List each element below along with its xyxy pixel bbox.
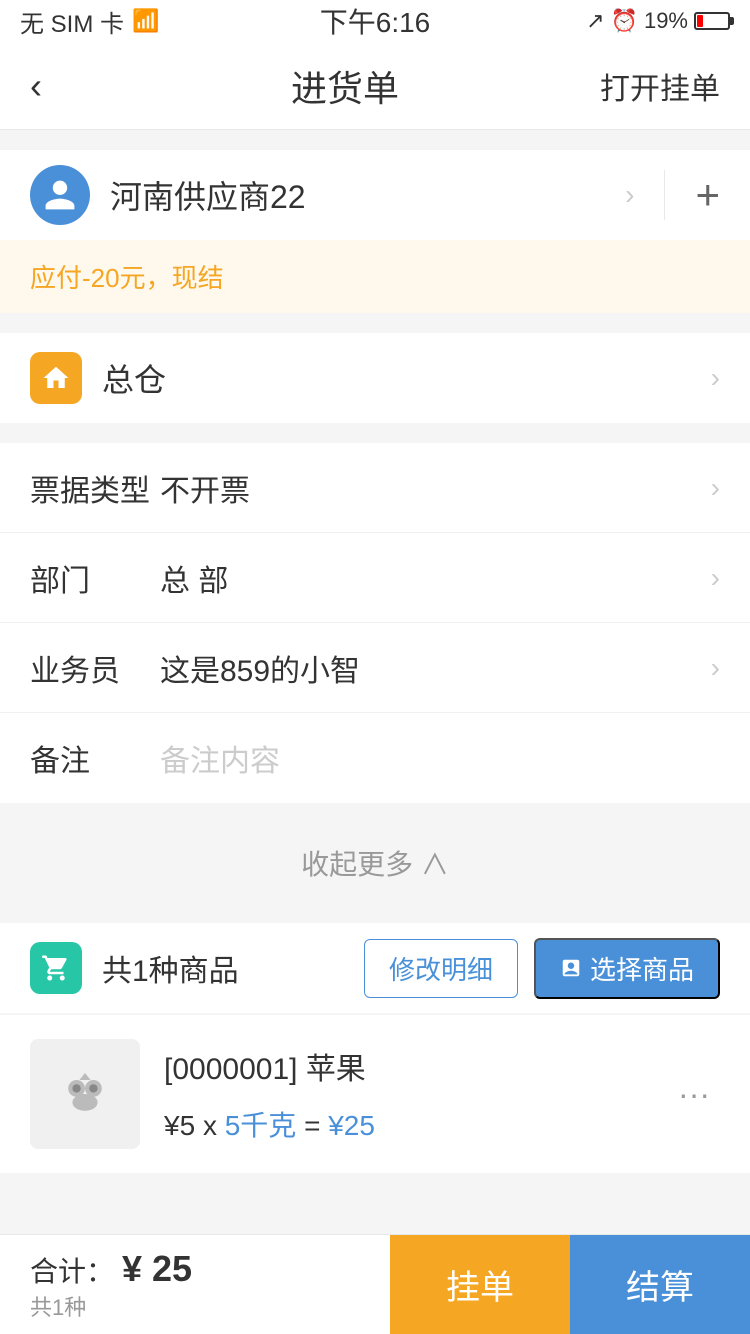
supplier-avatar [30, 165, 90, 225]
supplier-section[interactable]: 河南供应商22 › + [0, 150, 750, 240]
battery-icon [694, 12, 730, 30]
warehouse-section[interactable]: 总仓 › [0, 333, 750, 423]
invoice-type-arrow: › [711, 472, 720, 504]
home-icon [41, 363, 71, 393]
checkout-button[interactable]: 结算 [570, 1235, 750, 1334]
department-row[interactable]: 部门 总 部 › [0, 533, 750, 623]
hang-button[interactable]: 挂单 [390, 1235, 570, 1334]
department-arrow: › [711, 562, 720, 594]
collapse-row[interactable]: 收起更多 ∧ [0, 823, 750, 903]
edit-details-button[interactable]: 修改明细 [364, 939, 518, 998]
products-icon [30, 942, 82, 994]
product-thumbnail [30, 1039, 140, 1149]
location-icon: ↗ [586, 8, 604, 34]
wifi-icon: 📶 [132, 8, 159, 34]
remark-row[interactable]: 备注 备注内容 [0, 713, 750, 803]
subtotal: ¥25 [328, 1110, 375, 1141]
form-section: 票据类型 不开票 › 部门 总 部 › 业务员 这是859的小智 › 备注 备注… [0, 443, 750, 803]
unit-price: ¥5 [164, 1110, 195, 1141]
quantity: 5千克 [225, 1110, 297, 1141]
user-icon [42, 177, 78, 213]
equals-sign: = [304, 1110, 328, 1141]
back-button[interactable]: ‹ [30, 65, 90, 107]
status-right: ↗ ⏰ 19% [586, 8, 730, 34]
department-value: 总 部 [160, 556, 711, 600]
salesperson-label: 业务员 [30, 646, 160, 690]
total-count: 共1种 [30, 1290, 360, 1322]
invoice-type-label: 票据类型 [30, 466, 160, 510]
remark-value[interactable]: 备注内容 [160, 736, 720, 780]
multiply-sign: x [203, 1110, 225, 1141]
hang-label: 挂单 [446, 1260, 514, 1309]
warehouse-arrow-icon: › [711, 362, 720, 394]
supplier-arrow-icon: › [625, 179, 634, 211]
status-bar: 无 SIM 卡 📶 下午6:16 ↗ ⏰ 19% [0, 0, 750, 42]
main-content: 河南供应商22 › + 应付-20元，现结 总仓 › 票据类型 不开票 › 部门… [0, 130, 750, 1293]
cart-icon [41, 953, 71, 983]
products-count: 共1种商品 [102, 946, 364, 990]
bottom-bar: 合计： ¥ 25 共1种 挂单 结算 [0, 1234, 750, 1334]
nav-bar: ‹ 进货单 打开挂单 [0, 42, 750, 130]
open-pending-button[interactable]: 打开挂单 [600, 64, 720, 108]
supplier-divider [664, 170, 665, 220]
remark-label: 备注 [30, 736, 160, 780]
battery-percent: 19% [644, 8, 688, 34]
product-more-button[interactable]: ··· [668, 1066, 720, 1123]
products-header: 共1种商品 修改明细 选择商品 [0, 923, 750, 1013]
invoice-type-row[interactable]: 票据类型 不开票 › [0, 443, 750, 533]
warning-banner: 应付-20元，现结 [0, 240, 750, 313]
salesperson-value: 这是859的小智 [160, 646, 711, 690]
product-name: [0000001] 苹果 [164, 1044, 668, 1088]
warning-text: 应付-20元，现结 [30, 263, 224, 293]
select-product-button[interactable]: 选择商品 [534, 938, 720, 999]
product-price: ¥5 x 5千克 = ¥25 [164, 1104, 668, 1144]
carrier-label: 无 SIM 卡 [20, 4, 124, 39]
total-label: 合计： [30, 1250, 114, 1290]
battery-fill [697, 15, 703, 27]
select-product-icon [560, 957, 582, 979]
product-info: [0000001] 苹果 ¥5 x 5千克 = ¥25 [164, 1044, 668, 1144]
product-code: [0000001] [164, 1053, 297, 1086]
status-left: 无 SIM 卡 📶 [20, 4, 159, 39]
select-product-label: 选择商品 [590, 950, 694, 987]
section-gap-1 [0, 130, 750, 150]
status-time: 下午6:16 [320, 1, 431, 41]
product-item: [0000001] 苹果 ¥5 x 5千克 = ¥25 ··· [0, 1015, 750, 1173]
page-title: 进货单 [291, 60, 399, 112]
add-supplier-button[interactable]: + [695, 171, 720, 219]
invoice-type-value: 不开票 [160, 466, 711, 510]
total-section: 合计： ¥ 25 共1种 [0, 1235, 390, 1334]
warehouse-icon [30, 352, 82, 404]
total-amount: ¥ 25 [122, 1248, 192, 1290]
salesperson-arrow: › [711, 652, 720, 684]
warehouse-name: 总仓 [102, 355, 711, 401]
supplier-name: 河南供应商22 [110, 172, 625, 218]
checkout-label: 结算 [626, 1260, 694, 1309]
product-thumb-icon [50, 1059, 120, 1129]
collapse-label: 收起更多 ∧ [301, 843, 449, 883]
alarm-icon: ⏰ [611, 8, 638, 34]
salesperson-row[interactable]: 业务员 这是859的小智 › [0, 623, 750, 713]
product-title: 苹果 [306, 1053, 366, 1086]
department-label: 部门 [30, 556, 160, 600]
